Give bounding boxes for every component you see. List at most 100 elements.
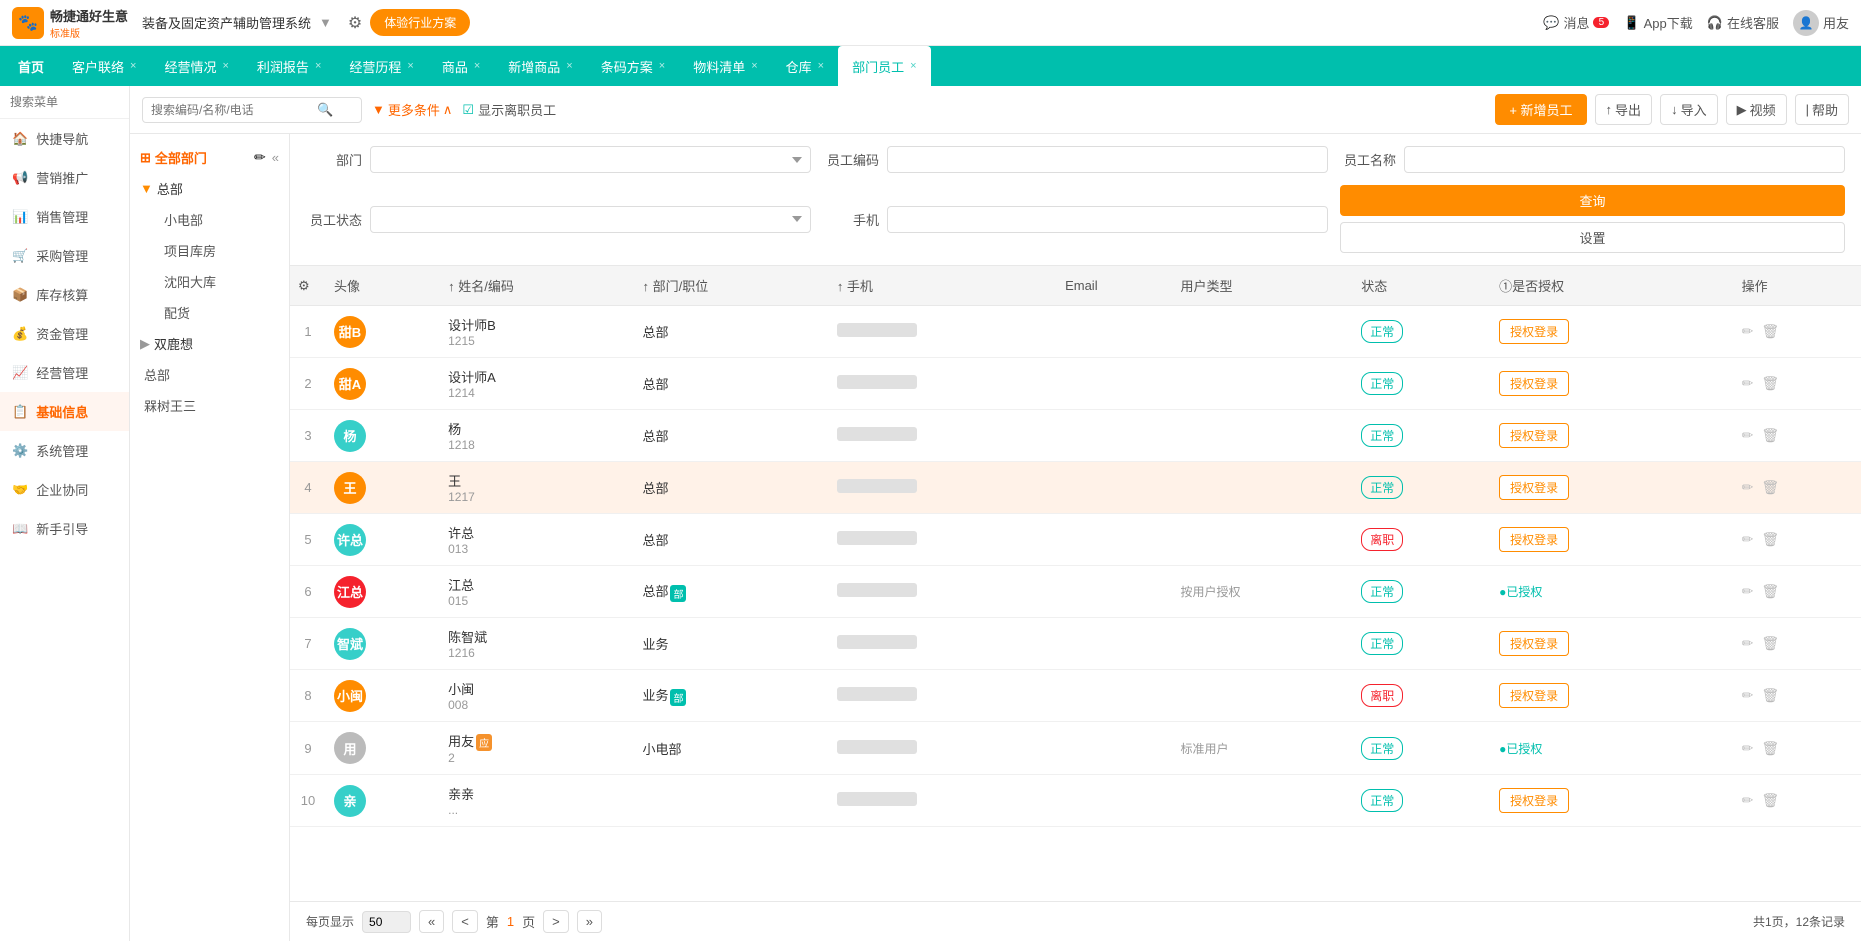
name-input[interactable] [1404, 146, 1845, 173]
dept-item-xiaodian[interactable]: 小电部 [156, 204, 289, 235]
dept-select[interactable] [370, 146, 811, 173]
delete-icon[interactable]: 🗑 [1761, 375, 1779, 392]
delete-icon[interactable]: 🗑 [1761, 792, 1779, 809]
sidebar-item-purchase[interactable]: 🛒 采购管理 [0, 236, 129, 275]
sidebar-item-quick-nav[interactable]: 🏠 快捷导航 [0, 119, 129, 158]
close-icon[interactable]: × [751, 60, 757, 72]
dept-group-zongbu[interactable]: ▼ 总部 [130, 173, 289, 204]
close-icon[interactable]: × [474, 60, 480, 72]
per-page-select[interactable]: 50 100 [362, 911, 411, 933]
auth-login-button[interactable]: 授权登录 [1499, 631, 1569, 656]
close-icon[interactable]: × [222, 60, 228, 72]
edit-icon[interactable]: ✏ [1742, 583, 1754, 600]
close-icon[interactable]: × [659, 60, 665, 72]
show-resigned-toggle[interactable]: ☑ 显示离职员工 [462, 100, 556, 119]
dept-item-zongbu[interactable]: 总部 [130, 359, 289, 390]
auth-login-button[interactable]: 授权登录 [1499, 423, 1569, 448]
tab-warehouse[interactable]: 仓库 × [772, 46, 838, 86]
sidebar-item-system[interactable]: ⚙️ 系统管理 [0, 431, 129, 470]
delete-icon[interactable]: 🗑 [1761, 740, 1779, 757]
auth-login-button[interactable]: 授权登录 [1499, 371, 1569, 396]
tab-dept-employee[interactable]: 部门员工 × [838, 46, 930, 86]
col-phone[interactable]: ↑ 手机 [829, 266, 1057, 306]
gear-icon[interactable]: ⚙ [348, 13, 362, 33]
col-settings[interactable]: ⚙ [290, 266, 326, 306]
close-icon[interactable]: × [130, 60, 136, 72]
delete-icon[interactable]: 🗑 [1761, 479, 1779, 496]
edit-icon[interactable]: ✏ [1742, 375, 1754, 392]
tab-customer[interactable]: 客户联络 × [58, 46, 150, 86]
tab-bom[interactable]: 物料清单 × [679, 46, 771, 86]
add-employee-button[interactable]: + 新增员工 [1495, 94, 1586, 125]
status-select[interactable] [370, 206, 811, 233]
auth-login-button[interactable]: 授权登录 [1499, 319, 1569, 344]
dropdown-arrow-icon[interactable]: ▼ [319, 15, 332, 30]
export-button[interactable]: ↑ 导出 [1595, 94, 1653, 125]
import-button[interactable]: ↓ 导入 [1660, 94, 1718, 125]
delete-icon[interactable]: 🗑 [1761, 531, 1779, 548]
tab-barcode[interactable]: 条码方案 × [587, 46, 679, 86]
delete-icon[interactable]: 🗑 [1761, 427, 1779, 444]
dept-item-shenyang[interactable]: 沈阳大库 [156, 266, 289, 297]
edit-icon[interactable]: ✏ [1742, 740, 1754, 757]
col-name[interactable]: ↑ 姓名/编码 [440, 266, 634, 306]
delete-icon[interactable]: 🗑 [1761, 583, 1779, 600]
col-dept[interactable]: ↑ 部门/职位 [634, 266, 828, 306]
next-page-btn[interactable]: > [543, 910, 569, 933]
sidebar-item-marketing[interactable]: 📢 营销推广 [0, 158, 129, 197]
edit-icon[interactable]: ✏ [1742, 479, 1754, 496]
message-btn[interactable]: 💬 消息 5 [1543, 13, 1609, 32]
close-icon[interactable]: × [910, 60, 916, 72]
dept-item-peihuo[interactable]: 配货 [156, 297, 289, 328]
close-icon[interactable]: × [407, 60, 413, 72]
close-icon[interactable]: × [315, 60, 321, 72]
help-button[interactable]: | 帮助 [1795, 94, 1849, 125]
dept-item-kuiwang[interactable]: 槑树王三 [130, 390, 289, 421]
tab-profit[interactable]: 利润报告 × [243, 46, 335, 86]
sidebar-item-inventory[interactable]: 📦 库存核算 [0, 275, 129, 314]
sidebar-item-ops[interactable]: 📈 经营管理 [0, 353, 129, 392]
search-input[interactable] [151, 103, 311, 117]
sidebar-item-cooperation[interactable]: 🤝 企业协同 [0, 470, 129, 509]
edit-icon[interactable]: ✏ [1742, 427, 1754, 444]
sidebar-search-input[interactable] [10, 95, 130, 109]
tab-goods[interactable]: 商品 × [428, 46, 494, 86]
edit-icon[interactable]: ✏ [1742, 323, 1754, 340]
last-page-btn[interactable]: » [577, 910, 602, 933]
set-button[interactable]: 设置 [1340, 222, 1845, 253]
edit-icon[interactable]: ✏ [1742, 687, 1754, 704]
tab-home[interactable]: 首页 [4, 46, 58, 86]
phone-input[interactable] [887, 206, 1328, 233]
tab-operations[interactable]: 经营情况 × [150, 46, 242, 86]
dept-group-shuanglu[interactable]: ▶ 双鹿想 [130, 328, 289, 359]
dept-item-xiangmu[interactable]: 项目库房 [156, 235, 289, 266]
edit-icon[interactable]: ✏ [1742, 531, 1754, 548]
prev-page-btn[interactable]: < [452, 910, 478, 933]
all-dept-label[interactable]: ⊞ 全部部门 [140, 148, 207, 167]
edit-icon[interactable]: ✏ [1742, 635, 1754, 652]
more-conditions-btn[interactable]: ▼ 更多条件 ∧ [372, 100, 452, 119]
auth-login-button[interactable]: 授权登录 [1499, 527, 1569, 552]
sidebar-item-sales[interactable]: 📊 销售管理 [0, 197, 129, 236]
delete-icon[interactable]: 🗑 [1761, 635, 1779, 652]
auth-login-button[interactable]: 授权登录 [1499, 475, 1569, 500]
auth-login-button[interactable]: 授权登录 [1499, 683, 1569, 708]
first-page-btn[interactable]: « [419, 910, 444, 933]
sidebar-item-basic-info[interactable]: 📋 基础信息 [0, 392, 129, 431]
sidebar-item-finance[interactable]: 💰 资金管理 [0, 314, 129, 353]
tab-history[interactable]: 经营历程 × [335, 46, 427, 86]
auth-login-button[interactable]: 授权登录 [1499, 788, 1569, 813]
collapse-tree-icon[interactable]: « [272, 150, 279, 165]
app-download-btn[interactable]: 📱 App下载 [1623, 13, 1692, 32]
delete-icon[interactable]: 🗑 [1761, 687, 1779, 704]
close-icon[interactable]: × [818, 60, 824, 72]
online-service-btn[interactable]: 🎧 在线客服 [1707, 13, 1779, 32]
close-icon[interactable]: × [566, 60, 572, 72]
user-menu-btn[interactable]: 👤 用友 [1793, 10, 1849, 36]
query-button[interactable]: 查询 [1340, 185, 1845, 216]
tab-new-goods[interactable]: 新增商品 × [494, 46, 586, 86]
edit-icon[interactable]: ✏ [1742, 792, 1754, 809]
edit-dept-icon[interactable]: ✏ [254, 149, 266, 166]
try-industry-button[interactable]: 体验行业方案 [370, 9, 470, 36]
video-button[interactable]: ▶ 视频 [1726, 94, 1787, 125]
